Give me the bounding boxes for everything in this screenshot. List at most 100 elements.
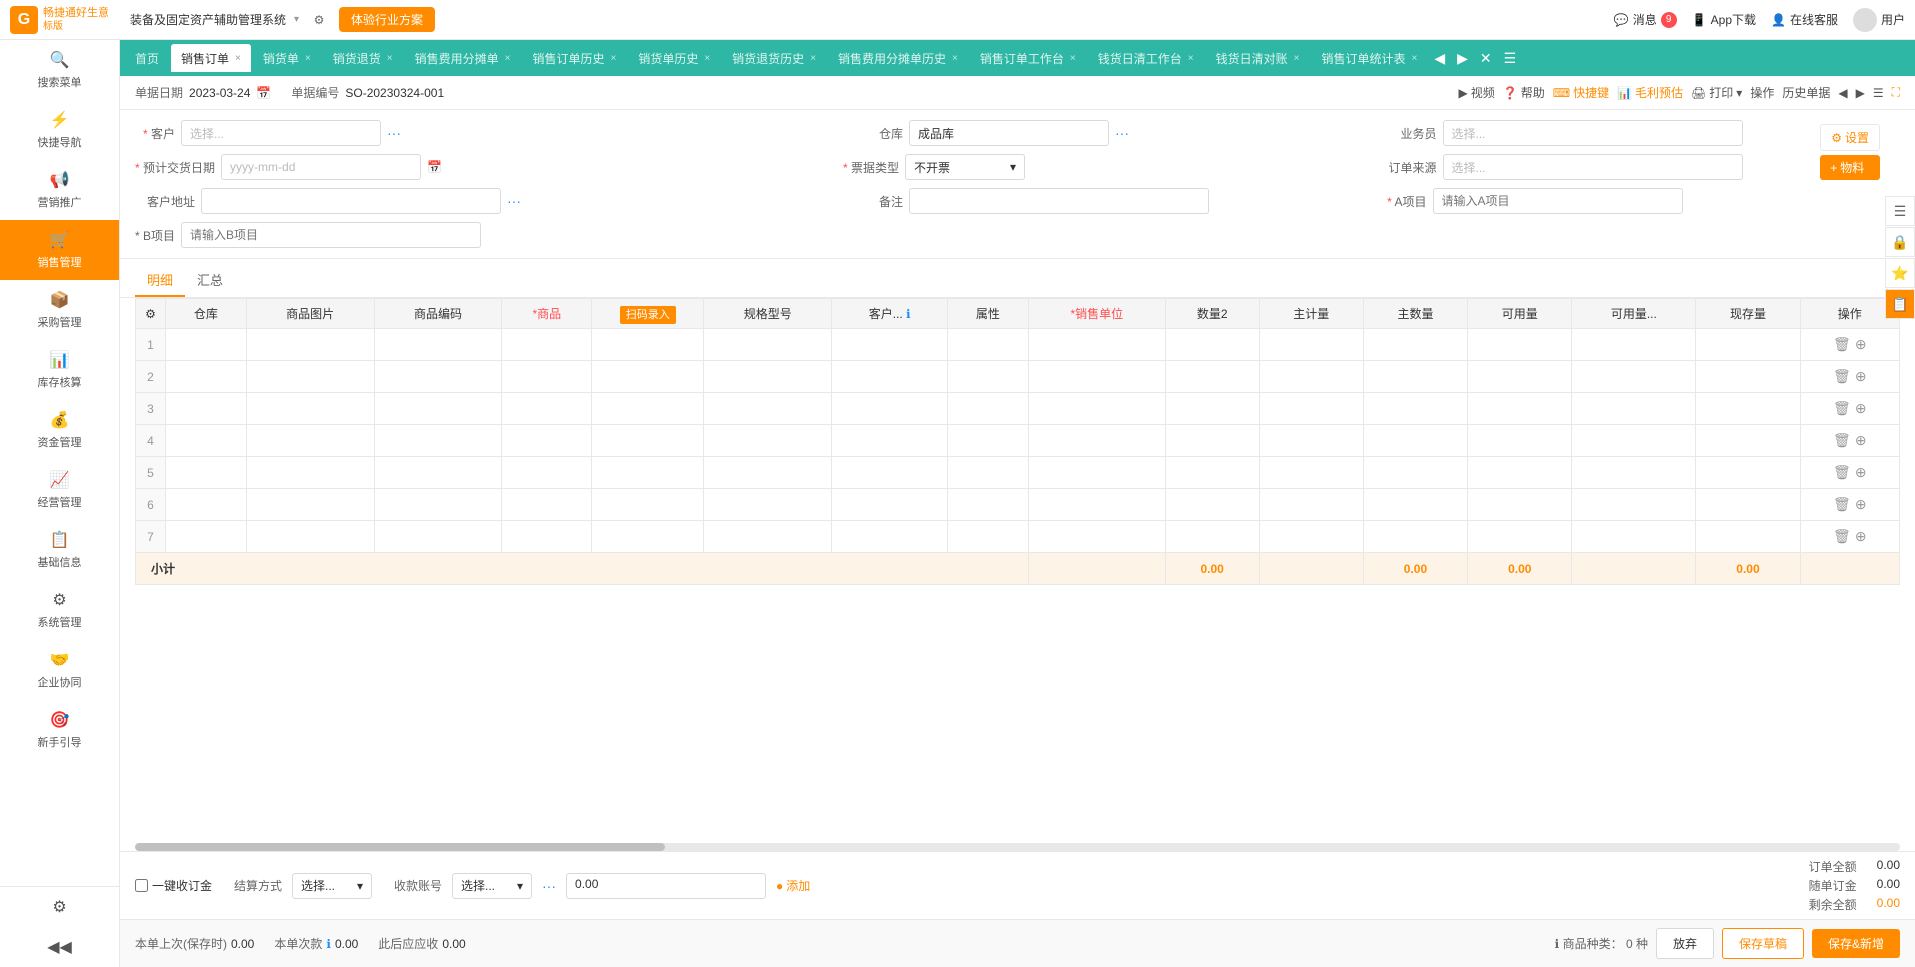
row-1-avail[interactable] (1468, 329, 1572, 361)
row-7-copy-btn[interactable]: ⊕ (1855, 528, 1867, 545)
tab-cash-workbench[interactable]: 钱货日清工作台 × (1088, 44, 1204, 72)
remark-input[interactable] (909, 188, 1209, 214)
row-2-spec[interactable] (704, 361, 832, 393)
row-1-scan[interactable] (592, 329, 704, 361)
add-payment-btn[interactable]: ● 添加 (776, 877, 810, 894)
payment-method-select[interactable]: 选择... ▾ (292, 873, 372, 899)
tab-sales-order[interactable]: 销售订单 × (171, 44, 251, 72)
tab-nav-prev[interactable]: ◀ (1429, 50, 1450, 67)
sidebar-item-quicknav[interactable]: ⚡ 快捷导航 (0, 100, 119, 160)
tab-close-sales-order[interactable]: × (235, 53, 241, 64)
sidebar-item-finance[interactable]: 💰 资金管理 (0, 400, 119, 460)
row-2-stock[interactable] (1696, 361, 1800, 393)
tab-close-sales-order-history[interactable]: × (610, 53, 616, 64)
view-btn[interactable]: ▶ 视频 (1459, 84, 1495, 101)
float-btn-4[interactable]: 📋 (1885, 289, 1915, 319)
row-1-customer[interactable] (832, 329, 948, 361)
tab-sales-workbench[interactable]: 销售订单工作台 × (970, 44, 1086, 72)
row-2-image[interactable] (246, 361, 374, 393)
tab-sales-return[interactable]: 销货退货 × (323, 44, 403, 72)
row-1-mainunit[interactable] (1259, 329, 1363, 361)
print-btn[interactable]: 🖨 打印 ▾ (1691, 84, 1742, 101)
settings-icon[interactable]: ⚙ (307, 8, 331, 32)
sidebar-item-config[interactable]: ⚙ (0, 887, 119, 927)
sidebar-item-collapse[interactable]: ◀◀ (0, 927, 119, 967)
history-btn[interactable]: 历史单据 (1782, 84, 1830, 101)
row-2-avail[interactable] (1468, 361, 1572, 393)
row-7-delete-btn[interactable]: 🗑 (1833, 528, 1851, 545)
sidebar-item-inventory[interactable]: 📊 库存核算 (0, 340, 119, 400)
warehouse-input[interactable]: 成品库 (909, 120, 1109, 146)
tab-sales-invoice-history[interactable]: 销货单历史 × (628, 44, 720, 72)
row-2-copy-btn[interactable]: ⊕ (1855, 368, 1867, 385)
sidebar-item-purchase[interactable]: 📦 采购管理 (0, 280, 119, 340)
row-1-image[interactable] (246, 329, 374, 361)
calendar-icon[interactable]: 📅 (256, 86, 271, 100)
tab-sales-expense[interactable]: 销售费用分摊单 × (405, 44, 521, 72)
delivery-calendar-icon[interactable]: 📅 (427, 160, 442, 174)
account-more-btn[interactable]: ··· (542, 878, 556, 894)
save-draft-button[interactable]: 保存草稿 (1722, 928, 1804, 959)
addr-more-btn[interactable]: ··· (507, 193, 521, 209)
row-2-qty2[interactable] (1165, 361, 1259, 393)
row-1-code[interactable] (374, 329, 502, 361)
customer-input[interactable]: 选择... (181, 120, 381, 146)
row-2-avail2[interactable] (1572, 361, 1696, 393)
row-1-avail2[interactable] (1572, 329, 1696, 361)
sidebar-item-search[interactable]: 🔍 搜索菜单 (0, 40, 119, 100)
save-new-button[interactable]: 保存&新增 (1812, 929, 1900, 958)
row-4-delete-btn[interactable]: 🗑 (1833, 432, 1851, 449)
row-2-warehouse[interactable] (166, 361, 247, 393)
float-btn-3[interactable]: ⭐ (1885, 258, 1915, 288)
tab-close-sales-invoice-history[interactable]: × (704, 53, 710, 64)
shortcut-btn[interactable]: ⌨ 快捷键 (1553, 84, 1609, 101)
help-btn[interactable]: ❓ 帮助 (1503, 84, 1545, 101)
project-a-input[interactable] (1433, 188, 1683, 214)
row-1-delete-btn[interactable]: 🗑 (1833, 336, 1851, 353)
one-click-payment-checkbox[interactable]: 一键收订金 (135, 877, 212, 894)
col-settings[interactable]: ⚙ (136, 299, 166, 329)
add-material-btn[interactable]: + 物料 (1820, 155, 1880, 180)
sidebar-item-basic[interactable]: 📋 基础信息 (0, 520, 119, 580)
single-date-value[interactable]: 2023-03-24 (189, 86, 250, 100)
tab-close-cash-workbench[interactable]: × (1188, 53, 1194, 64)
settings-panel-btn[interactable]: ⚙ 设置 (1820, 124, 1880, 151)
tab-nav-close[interactable]: ✕ (1475, 50, 1497, 67)
float-btn-1[interactable]: ☰ (1885, 196, 1915, 226)
row-4-copy-btn[interactable]: ⊕ (1855, 432, 1867, 449)
row-1-product[interactable] (502, 329, 592, 361)
tab-close-sales-return[interactable]: × (387, 53, 393, 64)
customer-addr-input[interactable] (201, 188, 501, 214)
tab-summary[interactable]: 汇总 (185, 264, 235, 297)
salesman-input[interactable]: 选择... (1443, 120, 1743, 146)
one-click-checkbox[interactable] (135, 879, 148, 892)
project-b-input[interactable] (181, 222, 481, 248)
tab-close-expense-history[interactable]: × (952, 53, 958, 64)
warehouse-more-btn[interactable]: ··· (1115, 125, 1129, 141)
row-6-copy-btn[interactable]: ⊕ (1855, 496, 1867, 513)
delivery-date-input[interactable]: yyyy-mm-dd (221, 154, 421, 180)
tab-close-sales-expense[interactable]: × (505, 53, 511, 64)
row-3-delete-btn[interactable]: 🗑 (1833, 400, 1851, 417)
scrollbar-thumb[interactable] (135, 843, 665, 851)
view-toggle-btn[interactable]: ☰ (1873, 86, 1884, 100)
tab-nav-menu[interactable]: ☰ (1499, 50, 1522, 67)
row-1-copy-btn[interactable]: ⊕ (1855, 336, 1867, 353)
order-source-input[interactable]: 选择... (1443, 154, 1743, 180)
fullscreen-btn[interactable]: ⛶ (1892, 85, 1900, 100)
app-download-btn[interactable]: 📱 App下载 (1692, 11, 1756, 28)
online-service-btn[interactable]: 👤 在线客服 (1771, 11, 1838, 28)
row-6-delete-btn[interactable]: 🗑 (1833, 496, 1851, 513)
nav-next-btn[interactable]: ▶ (1856, 86, 1865, 100)
operate-btn[interactable]: 操作 (1750, 84, 1774, 101)
invoice-type-select[interactable]: 不开票 ▾ (905, 154, 1025, 180)
tab-close-return-history[interactable]: × (810, 53, 816, 64)
payment-amount[interactable]: 0.00 (566, 873, 766, 899)
tab-sales-stats[interactable]: 销售订单统计表 × (1311, 44, 1427, 72)
sidebar-item-sales[interactable]: 🛒 销售管理 (0, 220, 119, 280)
row-2-customer[interactable] (832, 361, 948, 393)
horizontal-scrollbar[interactable] (135, 843, 1900, 851)
trial-button[interactable]: 体验行业方案 (339, 7, 435, 32)
row-1-mainqty[interactable] (1363, 329, 1467, 361)
user-area[interactable]: 用户 (1853, 8, 1905, 32)
